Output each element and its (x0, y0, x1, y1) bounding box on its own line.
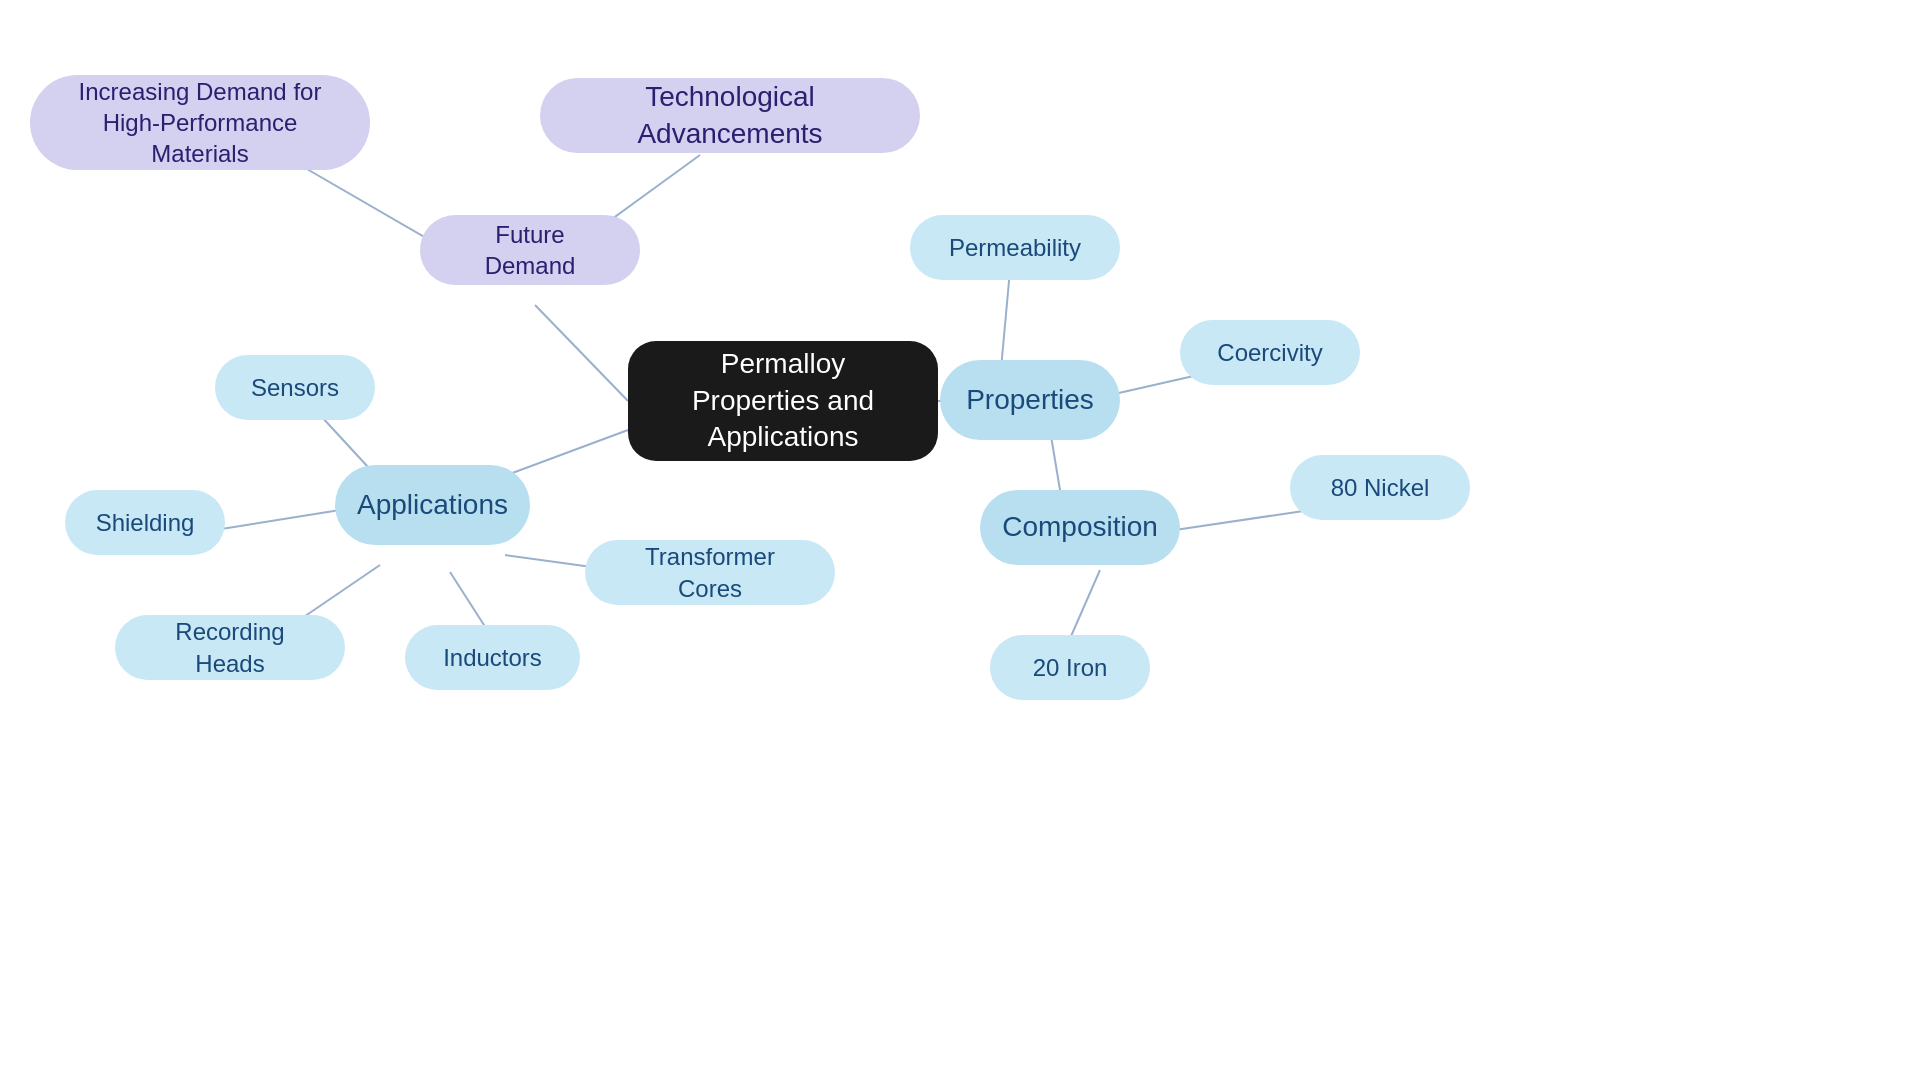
future-demand-node: Future Demand (420, 215, 640, 285)
iron-node: 20 Iron (990, 635, 1150, 700)
center-node: Permalloy Properties and Applications (628, 341, 938, 461)
increasing-demand-node: Increasing Demand for High-Performance M… (30, 75, 370, 170)
permeability-node: Permeability (910, 215, 1120, 280)
properties-node: Properties (940, 360, 1120, 440)
nickel-node: 80 Nickel (1290, 455, 1470, 520)
inductors-node: Inductors (405, 625, 580, 690)
svg-line-11 (215, 510, 340, 530)
transformer-cores-node: Transformer Cores (585, 540, 835, 605)
shielding-node: Shielding (65, 490, 225, 555)
recording-heads-node: Recording Heads (115, 615, 345, 680)
applications-node: Applications (335, 465, 530, 545)
svg-line-7 (1175, 510, 1310, 530)
svg-line-0 (535, 305, 628, 401)
coercivity-node: Coercivity (1180, 320, 1360, 385)
technological-advancements-node: Technological Advancements (540, 78, 920, 153)
sensors-node: Sensors (215, 355, 375, 420)
composition-node: Composition (980, 490, 1180, 565)
